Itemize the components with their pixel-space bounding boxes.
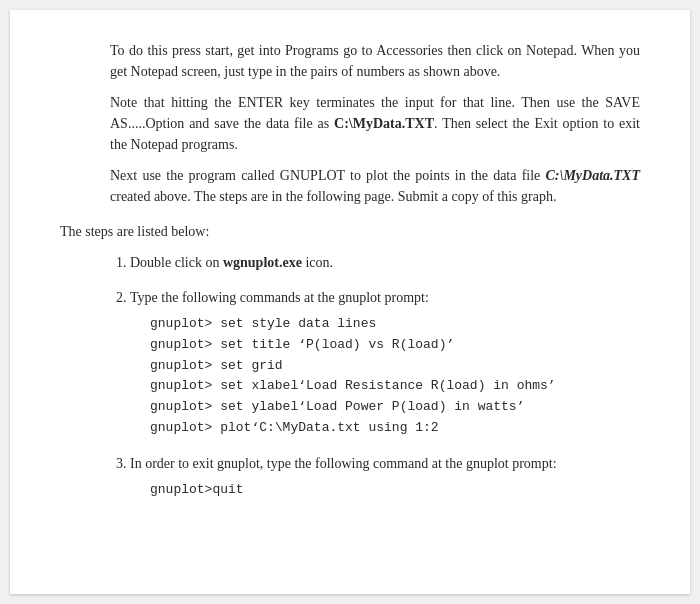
- bold-italic-path: C:\MyData.TXT: [546, 168, 641, 183]
- step-3-text: In order to exit gnuplot, type the follo…: [130, 456, 557, 471]
- step-1-text: Double click on wgnuplot.exe icon.: [130, 255, 333, 270]
- code-line-3: gnuplot> set grid: [150, 356, 640, 377]
- code-line-5: gnuplot> set ylabel‘Load Power P(load) i…: [150, 397, 640, 418]
- step-2-code: gnuplot> set style data lines gnuplot> s…: [150, 314, 640, 439]
- step-2: Type the following commands at the gnupl…: [130, 287, 640, 439]
- intro-paragraph-1: To do this press start, get into Program…: [110, 40, 640, 82]
- step-1-bold: wgnuplot.exe: [223, 255, 302, 270]
- bold-path-1: C:\MyData.TXT: [334, 116, 434, 131]
- code-line-2: gnuplot> set title ‘P(load) vs R(load)’: [150, 335, 640, 356]
- step-3-code: gnuplot>quit: [150, 480, 640, 501]
- page-container: To do this press start, get into Program…: [10, 10, 690, 594]
- code-line-4: gnuplot> set xlabel‘Load Resistance R(lo…: [150, 376, 640, 397]
- next-use-paragraph: Next use the program called GNUPLOT to p…: [110, 165, 640, 207]
- step-2-text: Type the following commands at the gnupl…: [130, 290, 429, 305]
- steps-intro: The steps are listed below:: [60, 221, 640, 242]
- code-line-quit: gnuplot>quit: [150, 480, 640, 501]
- intro-paragraph-2: Note that hitting the ENTER key terminat…: [110, 92, 640, 155]
- step-1: Double click on wgnuplot.exe icon.: [130, 252, 640, 273]
- code-line-1: gnuplot> set style data lines: [150, 314, 640, 335]
- step-3: In order to exit gnuplot, type the follo…: [130, 453, 640, 501]
- code-line-6: gnuplot> plot‘C:\MyData.txt using 1:2: [150, 418, 640, 439]
- steps-list: Double click on wgnuplot.exe icon. Type …: [110, 252, 640, 501]
